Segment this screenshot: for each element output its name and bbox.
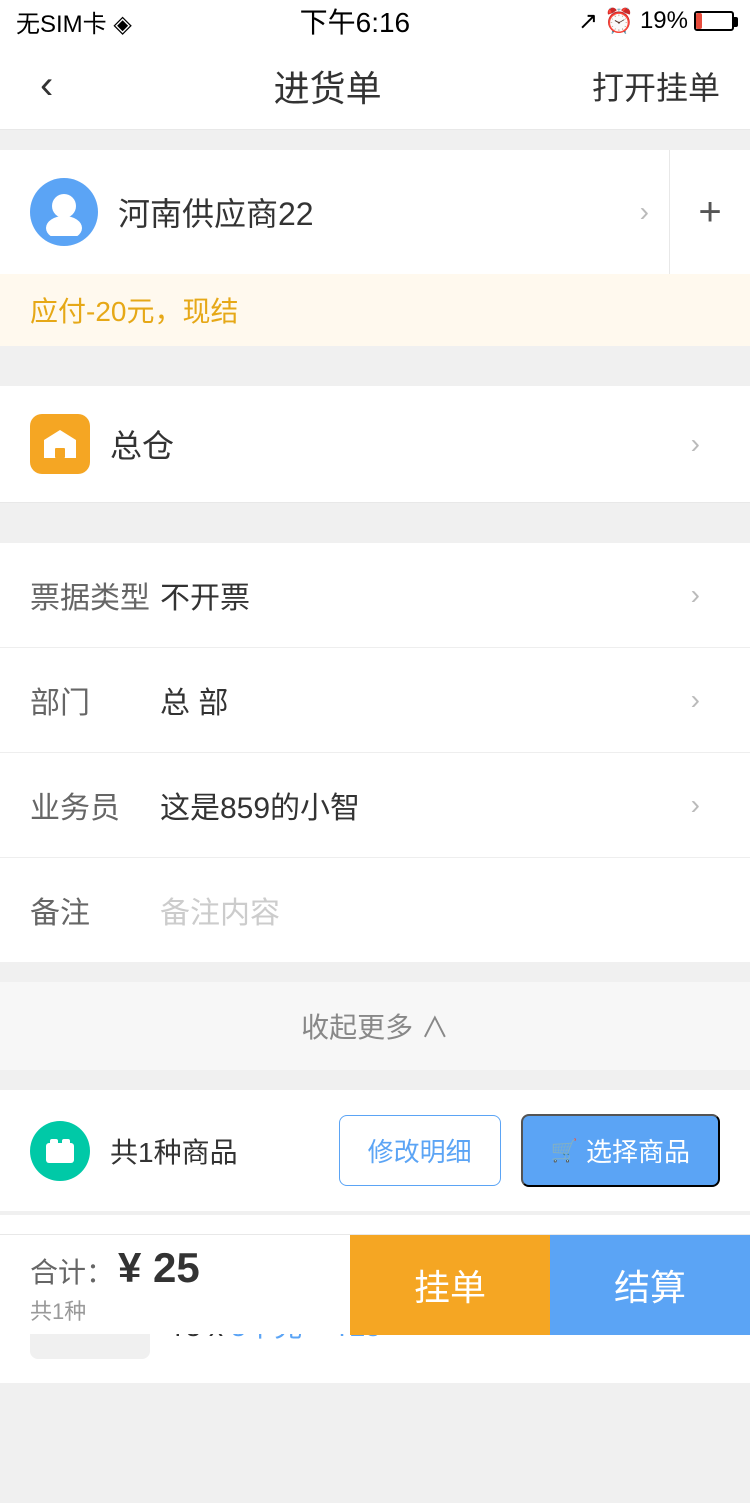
item-count: 共1种: [30, 1294, 320, 1326]
remark-input[interactable]: 备注内容: [150, 888, 720, 932]
warehouse-section[interactable]: 总仓 ›: [0, 386, 750, 503]
supplier-section: 河南供应商22 › +: [0, 150, 750, 274]
page-title: 进货单: [274, 60, 382, 112]
supplier-select[interactable]: 河南供应商22 ›: [0, 150, 670, 274]
dept-label: 部门: [30, 678, 150, 722]
hang-label: 挂单: [414, 1259, 486, 1311]
chevron-right-icon: ›: [671, 789, 720, 821]
select-product-icon: 🛒: [551, 1138, 578, 1164]
add-supplier-button[interactable]: +: [670, 162, 750, 263]
battery-icon: [694, 11, 734, 31]
product-count-icon: [30, 1121, 90, 1181]
remark-label: 备注: [30, 888, 150, 932]
status-left: 无SIM卡 ◈: [16, 4, 132, 39]
collapse-button[interactable]: 收起更多 ∧: [0, 982, 750, 1070]
chevron-right-icon: ›: [671, 579, 720, 611]
warehouse-name: 总仓: [110, 421, 671, 467]
dept-value: 总 部: [150, 678, 671, 722]
chevron-right-icon: ›: [671, 428, 720, 460]
supplier-name: 河南供应商22: [118, 189, 620, 235]
hang-button[interactable]: 挂单: [350, 1235, 550, 1335]
department-row[interactable]: 部门 总 部 ›: [0, 648, 750, 753]
checkout-button[interactable]: 结算: [550, 1235, 750, 1335]
alarm-icon: ⏰: [604, 7, 634, 36]
invoice-type-row[interactable]: 票据类型 不开票 ›: [0, 543, 750, 648]
staff-label: 业务员: [30, 783, 150, 827]
location-icon: ↗: [578, 7, 598, 36]
checkout-label: 结算: [614, 1259, 686, 1311]
edit-detail-button[interactable]: 修改明细: [339, 1115, 501, 1186]
total-amount: ¥ 25: [118, 1244, 200, 1292]
remark-row[interactable]: 备注 备注内容: [0, 858, 750, 962]
staff-row[interactable]: 业务员 这是859的小智 ›: [0, 753, 750, 858]
form-section: 票据类型 不开票 › 部门 总 部 › 业务员 这是859的小智 › 备注 备注…: [0, 543, 750, 962]
product-count-text: 共1种商品: [110, 1131, 319, 1171]
select-product-button[interactable]: 🛒 选择商品: [521, 1114, 720, 1187]
staff-value: 这是859的小智: [150, 783, 671, 827]
invoice-label: 票据类型: [30, 573, 150, 617]
chevron-right-icon: ›: [671, 684, 720, 716]
status-time: 下午6:16: [300, 1, 411, 41]
collapse-label: 收起更多 ∧: [301, 1006, 449, 1046]
warehouse-icon: [30, 414, 90, 474]
open-hang-button[interactable]: 打开挂单: [592, 63, 720, 109]
select-product-label: 选择商品: [586, 1132, 690, 1169]
footer-total: 合计： ¥ 25 共1种: [0, 1244, 350, 1326]
supplier-avatar: [30, 178, 98, 246]
chevron-right-icon: ›: [620, 196, 669, 228]
status-right: ↗ ⏰ 19%: [578, 7, 734, 36]
nav-bar: ‹ 进货单 打开挂单: [0, 42, 750, 130]
status-bar: 无SIM卡 ◈ 下午6:16 ↗ ⏰ 19%: [0, 0, 750, 42]
battery-percent: 19%: [640, 7, 688, 35]
invoice-value: 不开票: [150, 573, 671, 617]
footer: 合计： ¥ 25 共1种 挂单 结算: [0, 1234, 750, 1334]
product-header: 共1种商品 修改明细 🛒 选择商品: [0, 1090, 750, 1211]
total-label: 合计：: [30, 1251, 114, 1291]
warning-banner: 应付-20元，现结: [0, 274, 750, 346]
back-button[interactable]: ‹: [30, 53, 63, 118]
sim-status: 无SIM卡 ◈: [16, 4, 132, 39]
